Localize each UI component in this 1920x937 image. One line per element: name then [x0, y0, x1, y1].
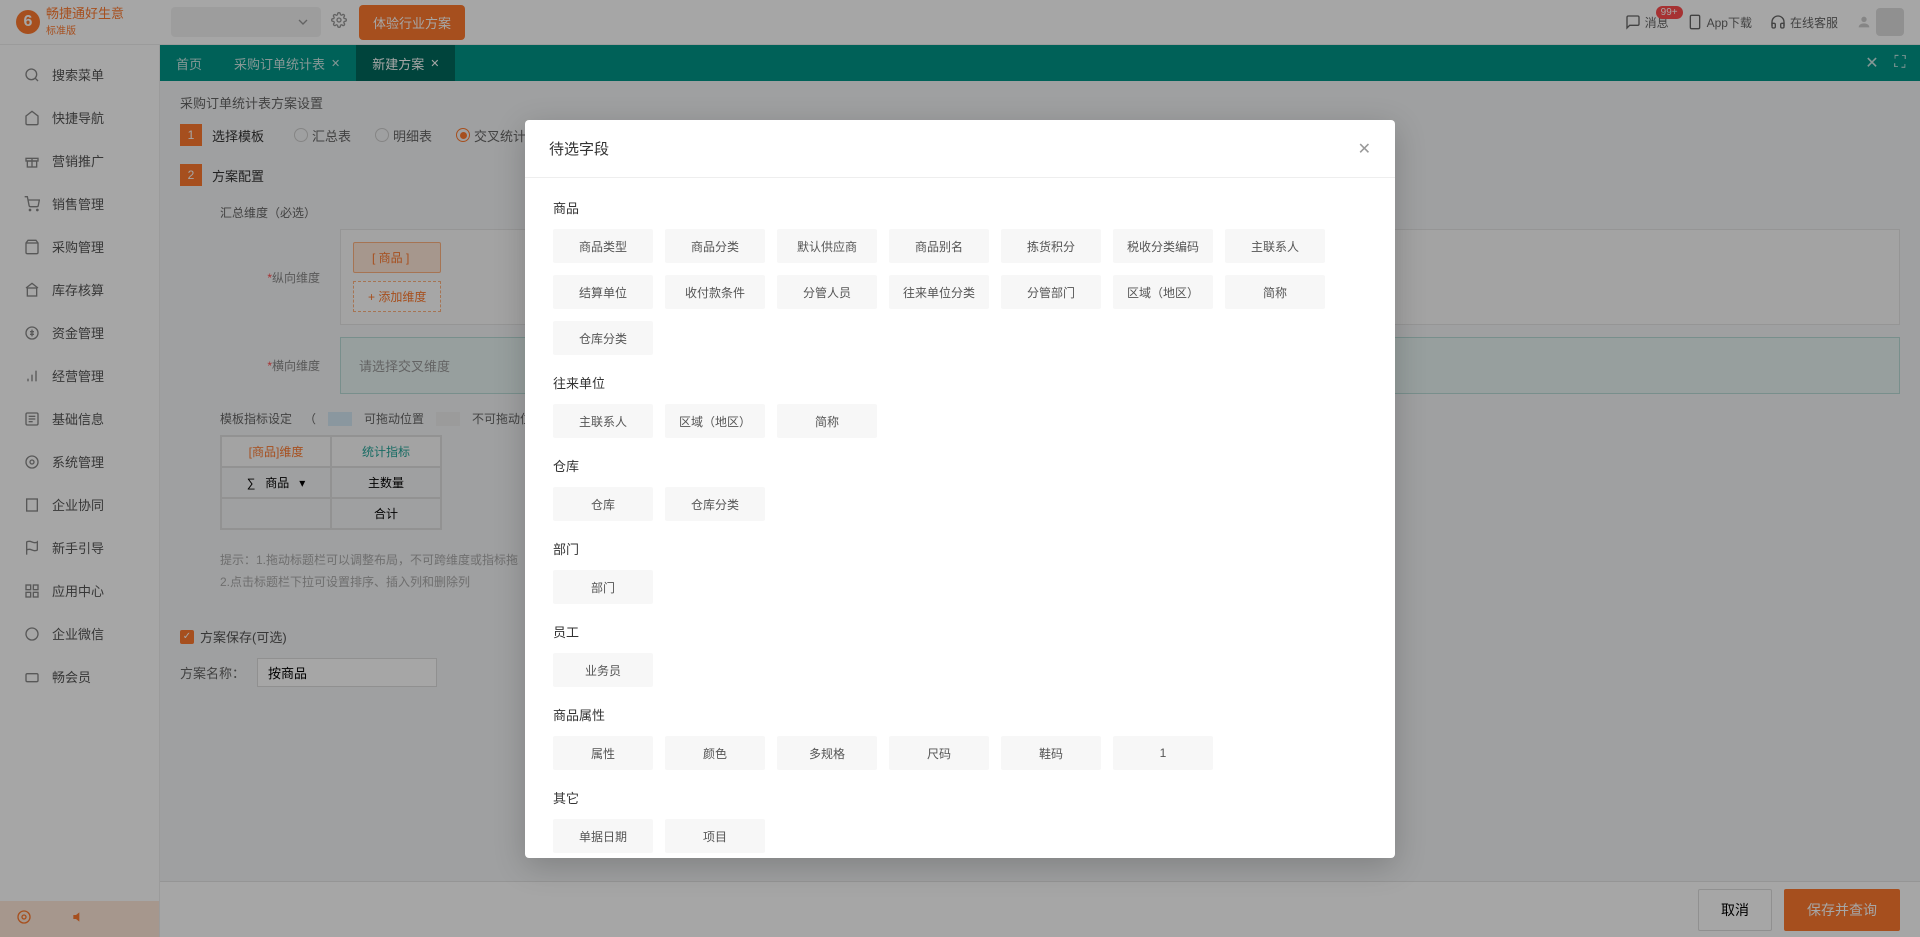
- field-chip[interactable]: 分管人员: [777, 275, 877, 309]
- field-chip[interactable]: 简称: [1225, 275, 1325, 309]
- field-chip[interactable]: 往来单位分类: [889, 275, 989, 309]
- group-title: 其它: [553, 788, 1367, 807]
- group-title: 商品: [553, 198, 1367, 217]
- group-title: 仓库: [553, 456, 1367, 475]
- field-chip[interactable]: 颜色: [665, 736, 765, 770]
- field-chip[interactable]: 商品分类: [665, 229, 765, 263]
- field-chip[interactable]: 区域（地区）: [1113, 275, 1213, 309]
- field-chip[interactable]: 属性: [553, 736, 653, 770]
- field-chip[interactable]: 简称: [777, 404, 877, 438]
- field-chip[interactable]: 主联系人: [1225, 229, 1325, 263]
- field-group: 商品商品类型商品分类默认供应商商品别名拣货积分税收分类编码主联系人结算单位收付款…: [553, 198, 1367, 355]
- field-chip[interactable]: 税收分类编码: [1113, 229, 1213, 263]
- field-chip[interactable]: 商品别名: [889, 229, 989, 263]
- field-chip[interactable]: 主联系人: [553, 404, 653, 438]
- modal-body: 商品商品类型商品分类默认供应商商品别名拣货积分税收分类编码主联系人结算单位收付款…: [525, 178, 1395, 858]
- field-selector-modal: 待选字段 ✕ 商品商品类型商品分类默认供应商商品别名拣货积分税收分类编码主联系人…: [525, 120, 1395, 858]
- field-chip[interactable]: 拣货积分: [1001, 229, 1101, 263]
- group-title: 部门: [553, 539, 1367, 558]
- field-chip[interactable]: 区域（地区）: [665, 404, 765, 438]
- field-chip[interactable]: 业务员: [553, 653, 653, 687]
- modal-title: 待选字段: [549, 138, 609, 159]
- field-chip[interactable]: 商品类型: [553, 229, 653, 263]
- group-title: 员工: [553, 622, 1367, 641]
- field-chip[interactable]: 部门: [553, 570, 653, 604]
- field-chip[interactable]: 结算单位: [553, 275, 653, 309]
- field-chip[interactable]: 收付款条件: [665, 275, 765, 309]
- field-group: 商品属性属性颜色多规格尺码鞋码 1: [553, 705, 1367, 770]
- field-group: 仓库仓库仓库分类: [553, 456, 1367, 521]
- field-group: 往来单位主联系人区域（地区） 简称: [553, 373, 1367, 438]
- modal-overlay[interactable]: 待选字段 ✕ 商品商品类型商品分类默认供应商商品别名拣货积分税收分类编码主联系人…: [0, 0, 1920, 937]
- field-group: 其它单据日期项目: [553, 788, 1367, 853]
- field-chip[interactable]: 分管部门: [1001, 275, 1101, 309]
- group-title: 往来单位: [553, 373, 1367, 392]
- field-chip[interactable]: 鞋码: [1001, 736, 1101, 770]
- field-chip[interactable]: 1: [1113, 736, 1213, 770]
- field-chip[interactable]: 仓库: [553, 487, 653, 521]
- field-group: 部门部门: [553, 539, 1367, 604]
- field-chip[interactable]: 单据日期: [553, 819, 653, 853]
- field-chip[interactable]: 尺码: [889, 736, 989, 770]
- field-group: 员工业务员: [553, 622, 1367, 687]
- field-chip[interactable]: 多规格: [777, 736, 877, 770]
- field-chip[interactable]: 默认供应商: [777, 229, 877, 263]
- field-chip[interactable]: 项目: [665, 819, 765, 853]
- field-chip[interactable]: 仓库分类: [665, 487, 765, 521]
- field-chip[interactable]: 仓库分类: [553, 321, 653, 355]
- group-title: 商品属性: [553, 705, 1367, 724]
- modal-close-button[interactable]: ✕: [1358, 139, 1371, 159]
